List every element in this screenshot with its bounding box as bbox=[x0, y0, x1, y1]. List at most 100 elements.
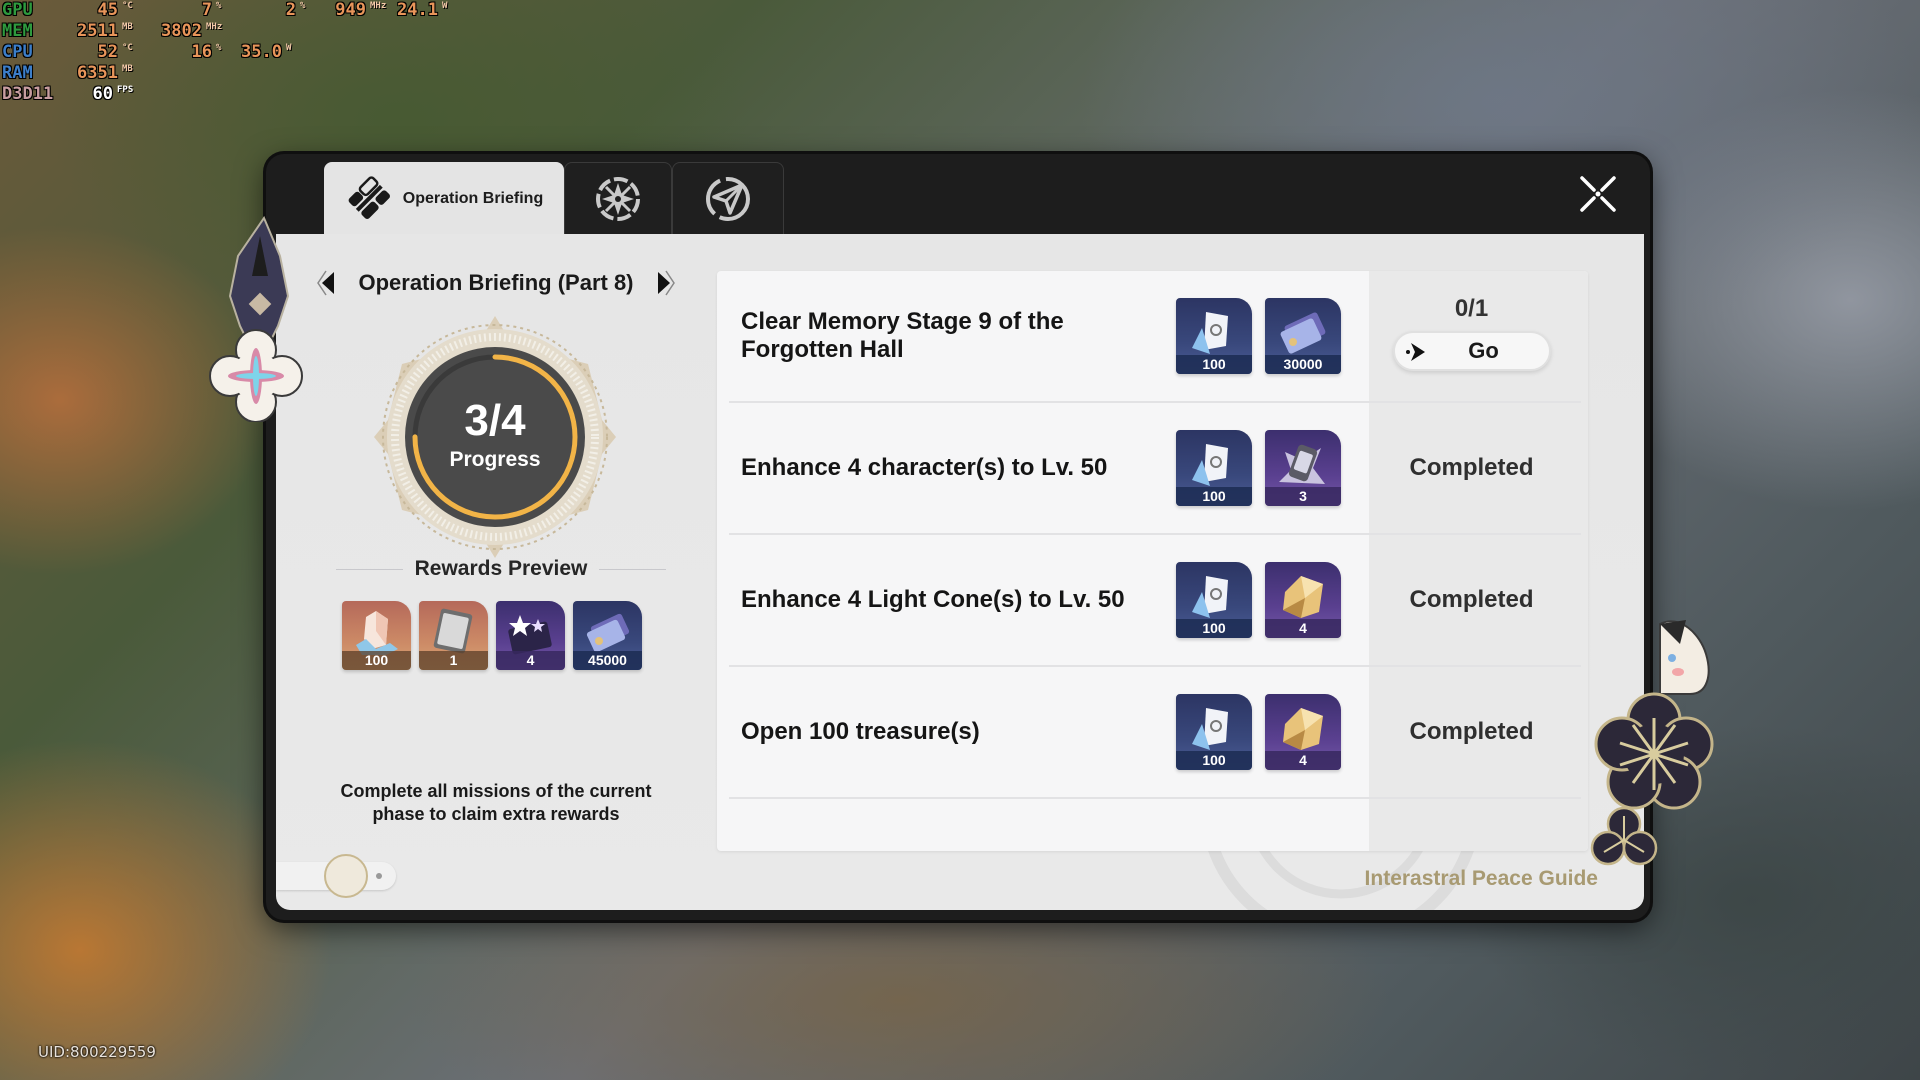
reward-count: 100 bbox=[1176, 751, 1252, 770]
osd-label: D3D11 bbox=[2, 84, 54, 104]
mission-status: 0/1 Go bbox=[1362, 271, 1581, 401]
reward-count: 1 bbox=[419, 651, 488, 670]
reward-item-trailblaze-exp[interactable]: 100 bbox=[1176, 562, 1252, 638]
osd-value: 2511 bbox=[77, 21, 118, 41]
osd-unit: MHz bbox=[370, 1, 387, 11]
reward-item-trailblaze-exp[interactable]: 100 bbox=[1176, 430, 1252, 506]
reward-item-trailblaze-exp[interactable]: 100 bbox=[1176, 694, 1252, 770]
mission-rewards: 100 30000 bbox=[1176, 298, 1341, 374]
completed-status: Completed bbox=[1409, 586, 1534, 613]
progress-ring: 3/4 Progress bbox=[372, 314, 618, 560]
osd-value: 7 bbox=[201, 0, 212, 20]
interastral-guide-window: Operation Briefing Operation Briefing (P… bbox=[266, 154, 1650, 920]
tab-bar: Operation Briefing bbox=[266, 154, 1650, 234]
reward-count: 4 bbox=[1265, 619, 1341, 638]
go-button[interactable]: Go bbox=[1392, 331, 1551, 371]
osd-value: 60 bbox=[92, 84, 113, 104]
mission-row: Clear Memory Stage 9 of the Forgotten Ha… bbox=[729, 271, 1581, 403]
previous-part-button[interactable] bbox=[316, 268, 340, 298]
pom-pom-pin-decoration-icon bbox=[209, 216, 303, 422]
content-panel: Operation Briefing (Part 8) 3/4 Progress… bbox=[276, 234, 1644, 910]
reward-item-refined-aether[interactable]: 4 bbox=[1265, 562, 1341, 638]
close-icon bbox=[1580, 176, 1616, 212]
paper-plane-icon bbox=[706, 176, 750, 221]
osd-unit: MHz bbox=[206, 22, 223, 32]
completed-status: Completed bbox=[1409, 454, 1534, 481]
mission-rewards: 100 3 bbox=[1176, 430, 1341, 506]
mission-row: Enhance 4 character(s) to Lv. 50 100 3 C… bbox=[729, 403, 1581, 535]
mission-row: Open 100 treasure(s) 100 4 Completed bbox=[729, 667, 1581, 799]
reward-count: 30000 bbox=[1265, 355, 1341, 374]
divider bbox=[336, 568, 403, 570]
progress-value: 3/4 bbox=[464, 396, 526, 445]
mission-title: Enhance 4 Light Cone(s) to Lv. 50 bbox=[741, 586, 1125, 613]
osd-unit: W bbox=[442, 1, 448, 11]
reward-item-credit[interactable]: 45000 bbox=[573, 601, 642, 670]
osd-unit: MB bbox=[122, 22, 133, 32]
reward-item-special-pass[interactable]: 1 bbox=[419, 601, 488, 670]
reward-count: 100 bbox=[1176, 619, 1252, 638]
flower-pin-decoration-icon bbox=[1590, 620, 1714, 866]
close-button[interactable] bbox=[1576, 172, 1620, 216]
osd-value: 3802 bbox=[161, 21, 202, 41]
progress-label: Progress bbox=[449, 448, 541, 471]
compass-star-icon bbox=[596, 176, 640, 221]
mission-list: Clear Memory Stage 9 of the Forgotten Ha… bbox=[717, 271, 1588, 851]
next-part-button[interactable] bbox=[652, 268, 676, 298]
reward-item-credit[interactable]: 30000 bbox=[1265, 298, 1341, 374]
osd-value: 45 bbox=[97, 0, 118, 20]
reward-item-trailblaze-exp[interactable]: 100 bbox=[1176, 298, 1252, 374]
osd-value: 2 bbox=[285, 0, 296, 20]
osd-label: RAM bbox=[2, 63, 33, 83]
mission-title: Open 100 treasure(s) bbox=[741, 718, 980, 745]
part-title: Operation Briefing (Part 8) bbox=[358, 270, 634, 295]
reward-item-travelers-guide[interactable]: 3 bbox=[1265, 430, 1341, 506]
osd-row-ram: RAM 6351 MB bbox=[2, 63, 447, 84]
osd-label: MEM bbox=[2, 21, 33, 41]
emblem-toggle[interactable] bbox=[276, 854, 396, 898]
mission-status: Completed bbox=[1362, 535, 1581, 665]
tab-paper-plane[interactable] bbox=[672, 162, 784, 234]
osd-unit: W bbox=[286, 43, 292, 53]
uid-label: UID:800229559 bbox=[38, 1043, 156, 1061]
osd-value: 16 bbox=[191, 42, 212, 62]
osd-row-d3d: D3D11 60 FPS bbox=[2, 84, 447, 105]
briefing-summary-panel: Operation Briefing (Part 8) 3/4 Progress… bbox=[276, 234, 716, 910]
osd-unit: °C bbox=[122, 1, 133, 11]
osd-value: 6351 bbox=[77, 63, 118, 83]
mission-status: Completed bbox=[1362, 403, 1581, 533]
tab-compass-star[interactable] bbox=[564, 162, 672, 234]
reward-count: 100 bbox=[1176, 355, 1252, 374]
mission-rewards: 100 4 bbox=[1176, 562, 1341, 638]
mission-title: Enhance 4 character(s) to Lv. 50 bbox=[741, 454, 1108, 481]
reward-count: 4 bbox=[496, 651, 565, 670]
divider bbox=[599, 568, 667, 570]
reward-item-exp-material[interactable]: 4 bbox=[496, 601, 565, 670]
osd-value: 949 bbox=[335, 0, 366, 20]
mission-progress: 0/1 bbox=[1454, 295, 1489, 322]
reward-item-stellar-jade[interactable]: 100 bbox=[342, 601, 411, 670]
rewards-preview-header: Rewards Preview bbox=[336, 557, 667, 581]
reward-count: 4 bbox=[1265, 751, 1341, 770]
osd-unit: °C bbox=[122, 43, 133, 53]
reward-item-refined-aether[interactable]: 4 bbox=[1265, 694, 1341, 770]
completed-status: Completed bbox=[1409, 718, 1534, 745]
tab-operation-briefing[interactable]: Operation Briefing bbox=[324, 162, 564, 234]
osd-value: 35.0 bbox=[241, 42, 282, 62]
part-navigator: Operation Briefing (Part 8) bbox=[316, 266, 676, 300]
performance-overlay: GPU 45 °C 7% 2% 949 MHz 24.1 W MEM 2511 MB 3… bbox=[2, 0, 447, 105]
osd-label: CPU bbox=[2, 42, 33, 62]
interastral-peace-guide-label: Interastral Peace Guide bbox=[1364, 867, 1598, 890]
osd-unit: MB bbox=[122, 64, 133, 74]
toggle-dot bbox=[376, 873, 382, 879]
rewards-preview-title: Rewards Preview bbox=[414, 557, 588, 580]
osd-label: GPU bbox=[2, 0, 33, 20]
osd-row-gpu: GPU 45 °C 7% 2% 949 MHz 24.1 W bbox=[2, 0, 447, 21]
mission-rewards: 100 4 bbox=[1176, 694, 1341, 770]
osd-value: 52 bbox=[97, 42, 118, 62]
osd-unit: % bbox=[300, 1, 306, 11]
rewards-preview-list: 100 1 4 45000 bbox=[342, 601, 642, 670]
osd-value: 24.1 bbox=[397, 0, 438, 20]
operation-briefing-icon bbox=[348, 175, 390, 219]
reward-count: 100 bbox=[342, 651, 411, 670]
